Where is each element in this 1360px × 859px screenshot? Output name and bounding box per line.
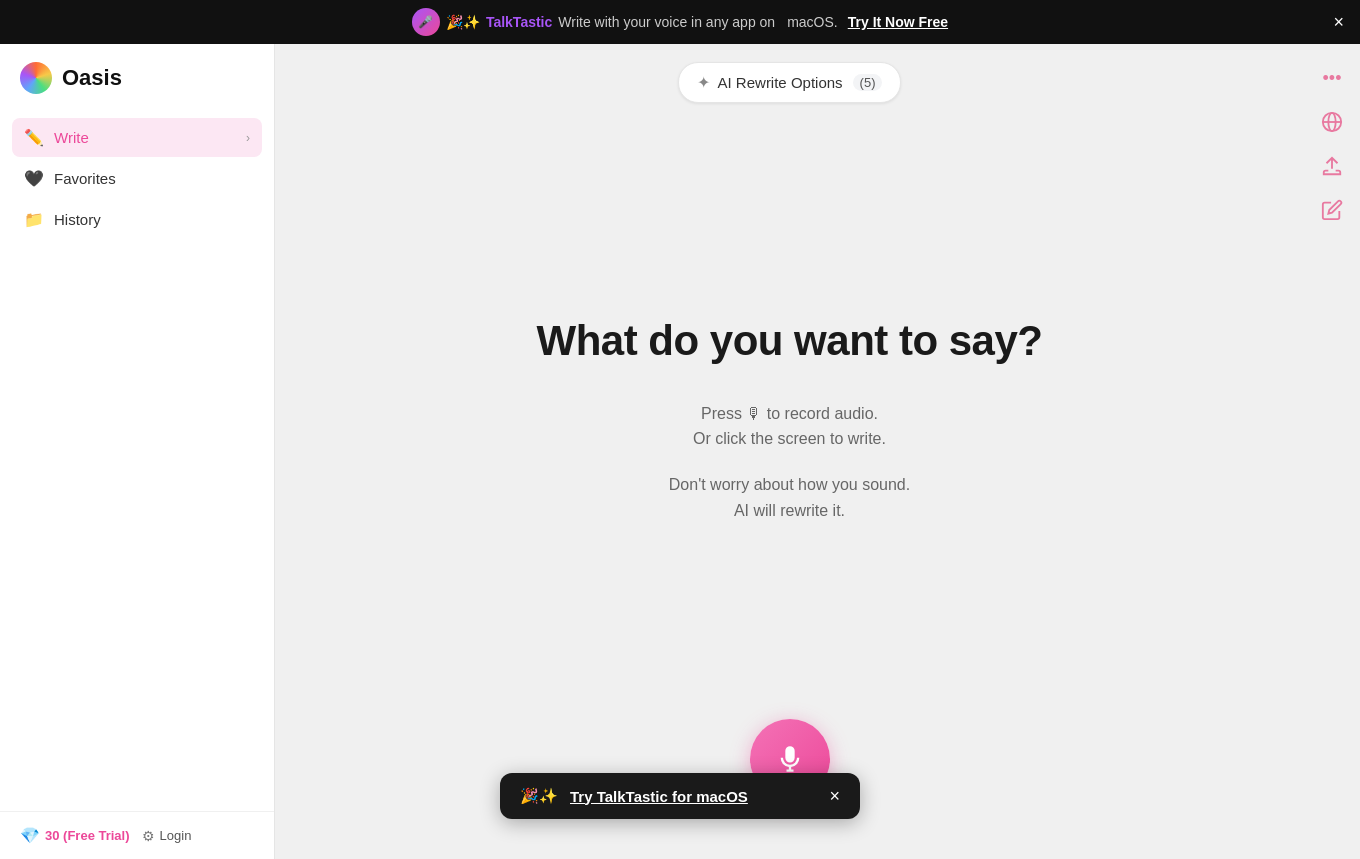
mic-icon [776,745,804,773]
sidebar-label-history: History [54,211,101,228]
share-icon [1321,155,1343,177]
ai-rewrite-label: AI Rewrite Options [718,74,843,91]
write-icon: ✏️ [24,128,44,147]
banner-brand: TalkTastic [486,14,552,30]
center-area: What do you want to say? Press 🎙 to reco… [496,121,1082,719]
globe-button[interactable] [1314,104,1350,140]
sidebar-nav: ✏️ Write › 🖤 Favorites 📁 History [0,110,274,811]
history-icon: 📁 [24,210,44,229]
sidebar-footer: 💎 30 (Free Trial) ⚙ Login [0,811,274,859]
sparkle-icon: ✦ [697,73,710,92]
oasis-title: Oasis [62,65,122,91]
banner-description: Write with your voice in any app on [558,14,775,30]
edit-button[interactable] [1314,192,1350,228]
instructions: Press 🎙 to record audio. Or click the sc… [669,401,910,523]
instruction-line2: Or click the screen to write. [669,426,910,452]
toast-cta-link[interactable]: Try TalkTastic for macOS [570,788,748,805]
banner-emoji: 🎉✨ [446,14,480,30]
banner-cta-link[interactable]: Try It Now Free [848,14,948,30]
edit-icon [1321,199,1343,221]
sidebar-item-favorites[interactable]: 🖤 Favorites [12,159,262,198]
globe-icon [1321,111,1343,133]
more-options-button[interactable]: ••• [1314,60,1350,96]
credits-badge[interactable]: 💎 30 (Free Trial) [20,826,130,845]
right-sidebar: ••• [1304,44,1360,859]
sidebar-item-history[interactable]: 📁 History [12,200,262,239]
sidebar-label-write: Write [54,129,89,146]
login-label: Login [160,828,192,843]
sidebar-item-write[interactable]: ✏️ Write › [12,118,262,157]
toast-close-button[interactable]: × [829,787,840,805]
oasis-logo-icon [20,62,52,94]
ai-rewrite-count: (5) [853,74,883,91]
credits-label: 30 (Free Trial) [45,828,130,843]
gem-icon: 💎 [20,826,40,845]
note-line1: Don't worry about how you sound. [669,472,910,498]
main-content[interactable]: ✦ AI Rewrite Options (5) What do you wan… [275,44,1304,859]
instruction-line1: Press 🎙 to record audio. [669,401,910,427]
sidebar-header: Oasis [0,44,274,110]
main-question: What do you want to say? [536,317,1042,365]
sidebar: Oasis ✏️ Write › 🖤 Favorites 📁 History 💎… [0,44,275,859]
top-banner: 🎤 🎉✨ TalkTastic Write with your voice in… [0,0,1360,44]
note-line2: AI will rewrite it. [669,498,910,524]
more-icon: ••• [1323,68,1342,89]
banner-close-button[interactable]: × [1333,13,1344,31]
banner-avatar: 🎤 [412,8,440,36]
ai-rewrite-button[interactable]: ✦ AI Rewrite Options (5) [678,62,902,103]
toast-text: Try TalkTastic for macOS [570,788,817,805]
favorites-icon: 🖤 [24,169,44,188]
share-button[interactable] [1314,148,1350,184]
toast-notification: 🎉✨ Try TalkTastic for macOS × [500,773,860,819]
sidebar-label-favorites: Favorites [54,170,116,187]
banner-platform: macOS. [787,14,838,30]
write-chevron-icon: › [246,131,250,145]
gear-icon: ⚙ [142,828,155,844]
content-toolbar: ✦ AI Rewrite Options (5) [275,44,1304,121]
toast-emoji: 🎉✨ [520,787,558,805]
login-button[interactable]: ⚙ Login [142,828,192,844]
